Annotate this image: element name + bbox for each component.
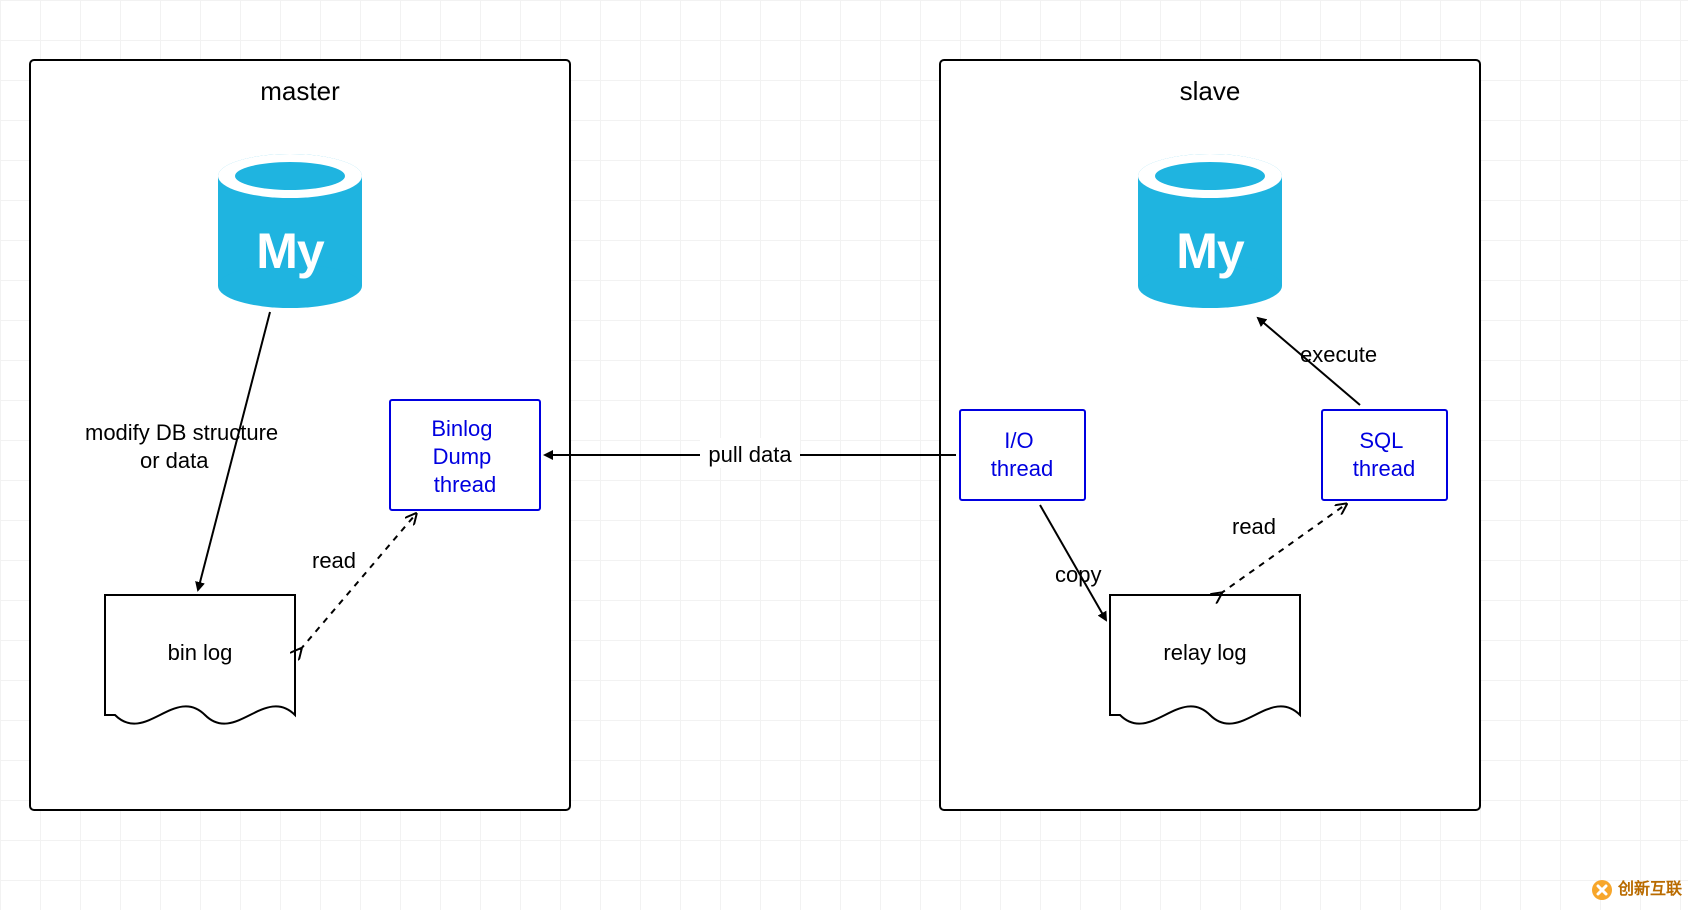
watermark: 创新互联 — [1590, 875, 1682, 902]
relaylog-label: relay log — [1163, 640, 1246, 665]
mysql-label: My — [1176, 223, 1245, 279]
binlog-label: bin log — [168, 640, 233, 665]
sql-thread-box — [1322, 410, 1447, 500]
edge-master-read-label: read — [312, 548, 356, 573]
mysql-icon: My — [1138, 154, 1282, 308]
edge-slave-read-label: read — [1232, 514, 1276, 539]
mysql-label: My — [256, 223, 325, 279]
mysql-icon: My — [218, 154, 362, 308]
binlog-dump-thread-label: Binlog Dump thread — [431, 416, 498, 497]
master-title: master — [260, 76, 340, 106]
edge-copy-label: copy — [1055, 562, 1101, 587]
edge-pull-data-label: pull data — [708, 442, 792, 467]
slave-title: slave — [1180, 76, 1241, 106]
io-thread-box — [960, 410, 1085, 500]
edge-execute-label: execute — [1300, 342, 1377, 367]
